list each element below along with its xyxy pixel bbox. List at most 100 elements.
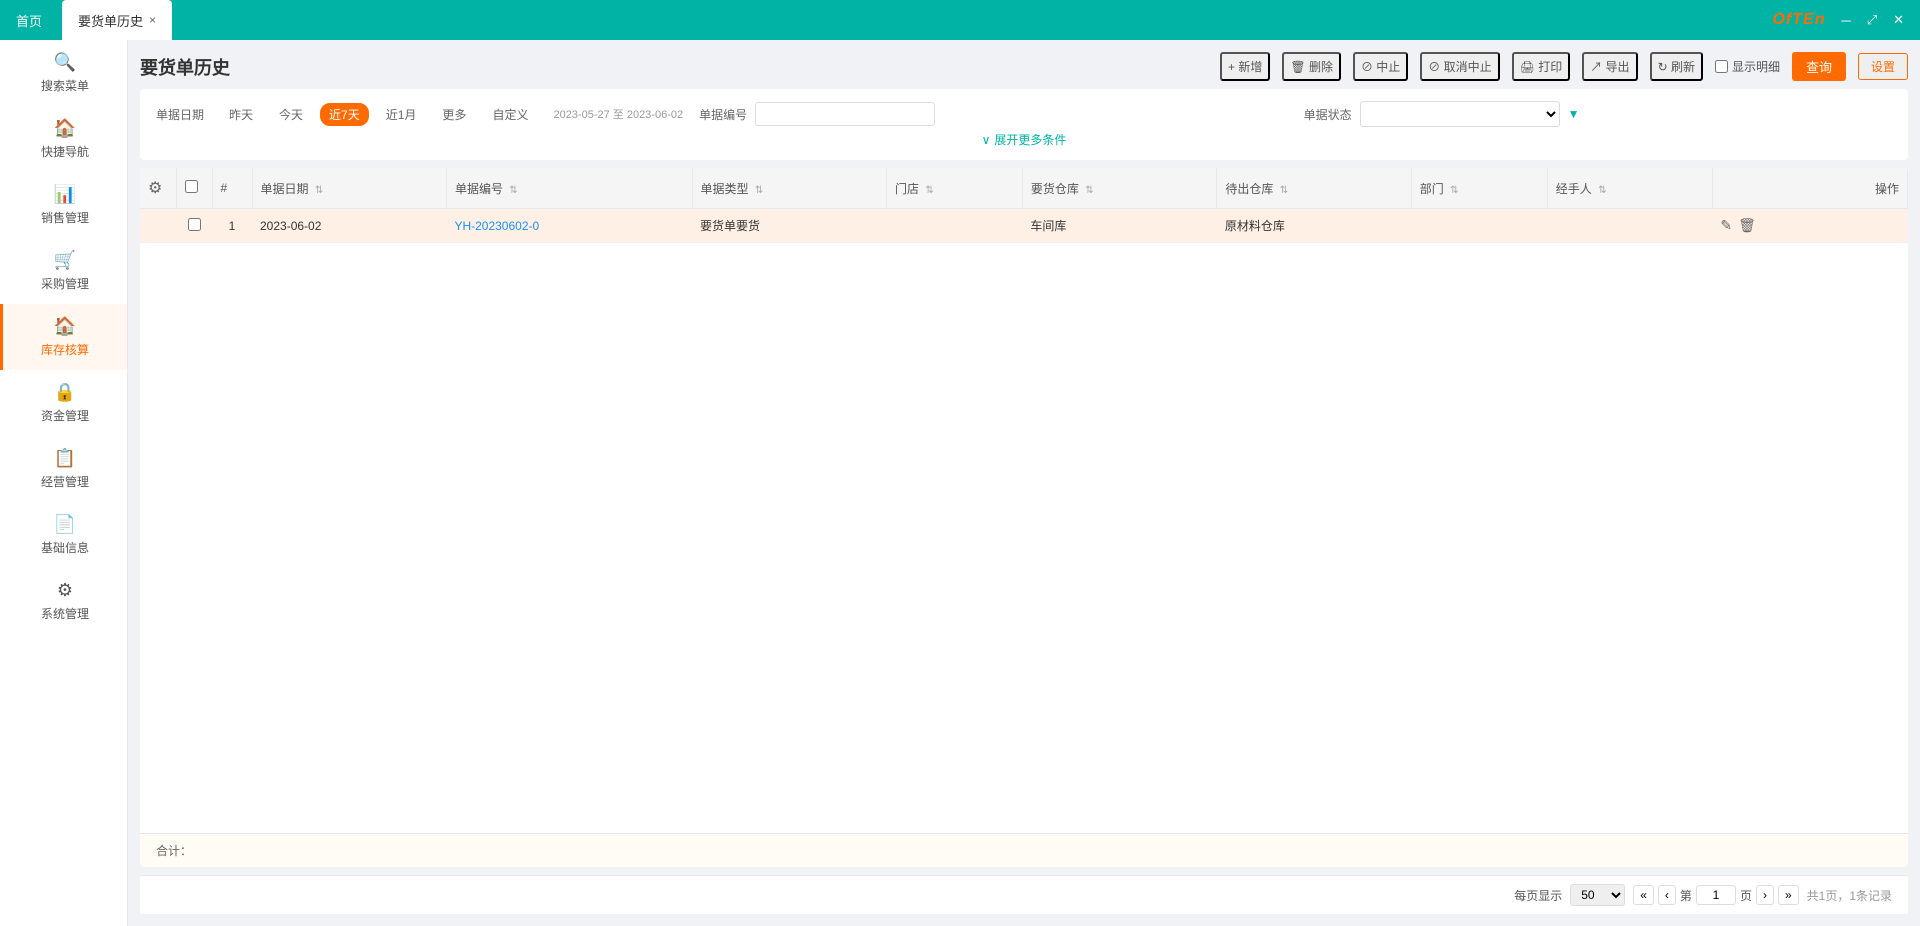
row-doc-number-cell: YH-20230602-0 xyxy=(446,209,692,243)
tab-close-icon[interactable]: × xyxy=(149,13,156,27)
doc-date-col-label: 单据日期 xyxy=(261,182,309,196)
row-checkbox[interactable] xyxy=(188,218,201,231)
sidebar-item-finance-mgmt[interactable]: 🔒 资金管理 xyxy=(0,370,127,436)
date-range-text: 2023-05-27 至 2023-06-02 xyxy=(553,106,683,122)
doc-status-label: 单据状态 xyxy=(1304,106,1352,123)
row-edit-icon[interactable]: ✎ xyxy=(1720,217,1732,234)
doc-type-sort-icon[interactable]: ⇅ xyxy=(755,185,763,196)
tab-home[interactable]: 首页 xyxy=(0,0,58,40)
row-pending-warehouse-cell: 原材料仓库 xyxy=(1217,209,1411,243)
sidebar-item-inventory-calc[interactable]: 🏠 库存核算 xyxy=(0,304,127,370)
pending-warehouse-sort-icon[interactable]: ⇅ xyxy=(1280,185,1288,196)
status-dropdown-icon[interactable]: ▼ xyxy=(1568,107,1580,121)
inventory-calc-icon: 🏠 xyxy=(54,316,76,337)
sidebar-item-sales-mgmt[interactable]: 📊 销售管理 xyxy=(0,172,127,238)
table-body: 1 2023-06-02 YH-20230602-0 要货单要货 车间库 原材料… xyxy=(140,209,1908,243)
handler-col-label: 经手人 xyxy=(1556,182,1592,196)
department-col-label: 部门 xyxy=(1420,182,1444,196)
doc-number-sort-icon[interactable]: ⇅ xyxy=(509,185,517,196)
table-head: ⚙ # 单据日期 ⇅ 单据编号 ⇅ xyxy=(140,168,1908,209)
date-range-display: 2023-05-27 至 2023-06-02 xyxy=(553,106,683,122)
system-mgmt-icon: ⚙ xyxy=(57,580,73,601)
row-doc-number-link[interactable]: YH-20230602-0 xyxy=(454,219,539,233)
window-resize-icon[interactable]: ⤢ xyxy=(1867,12,1877,28)
sidebar-item-system-mgmt-label: 系统管理 xyxy=(41,605,89,622)
display-detail-checkbox[interactable] xyxy=(1715,60,1728,73)
date-btn-more[interactable]: 更多 xyxy=(433,103,475,126)
print-button[interactable]: 🖨 打印 xyxy=(1512,52,1571,81)
top-bar: 首页 要货单历史 × OfTEn ─ ⤢ ✕ xyxy=(0,0,1920,40)
toolbar: + 新增 🗑 删除 ⊘ 中止 ⊘ 取消中止 🖨 打印 ↗ 导出 ↻ 刷新 显示明… xyxy=(1220,52,1908,81)
summary-label: 合计： xyxy=(156,842,192,859)
page-size-label: 每页显示 xyxy=(1514,887,1562,904)
refresh-button[interactable]: ↻ 刷新 xyxy=(1650,52,1703,81)
sidebar-item-purchase-mgmt[interactable]: 🛒 采购管理 xyxy=(0,238,127,304)
date-btn-last7days[interactable]: 近7天 xyxy=(320,103,369,126)
handler-col-header: 经手人 ⇅ xyxy=(1547,168,1712,209)
sidebar-item-search-menu-label: 搜索菜单 xyxy=(41,77,89,94)
expand-more-label: 展开更多条件 xyxy=(994,131,1066,148)
expand-chevron-icon: ∨ xyxy=(982,133,991,147)
cancel-stop-button[interactable]: ⊘ 取消中止 xyxy=(1420,52,1499,81)
doc-number-col-label: 单据编号 xyxy=(455,182,503,196)
tab-home-label: 首页 xyxy=(16,11,42,30)
sidebar-item-search-menu[interactable]: 🔍 搜索菜单 xyxy=(0,40,127,106)
num-col-header: # xyxy=(212,168,252,209)
page-size-select[interactable]: 10 20 50 100 xyxy=(1570,884,1625,906)
new-button[interactable]: + 新增 xyxy=(1220,52,1270,81)
date-btn-last1month[interactable]: 近1月 xyxy=(377,103,426,126)
store-sort-icon[interactable]: ⇅ xyxy=(925,185,933,196)
next-page-button[interactable]: › xyxy=(1756,885,1774,905)
sidebar-item-inventory-calc-label: 库存核算 xyxy=(41,341,89,358)
table-container: ⚙ # 单据日期 ⇅ 单据编号 ⇅ xyxy=(140,168,1908,867)
department-sort-icon[interactable]: ⇅ xyxy=(1450,185,1458,196)
query-button[interactable]: 查询 xyxy=(1792,52,1846,81)
sidebar-item-basic-info[interactable]: 📄 基础信息 xyxy=(0,502,127,568)
last-page-button[interactable]: » xyxy=(1778,885,1799,905)
delete-button[interactable]: 🗑 删除 xyxy=(1282,52,1341,81)
prev-page-button[interactable]: ‹ xyxy=(1658,885,1676,905)
doc-number-label: 单据编号 xyxy=(699,106,747,123)
settings-col-header: ⚙ xyxy=(140,168,176,209)
total-info: 共1页，1条记录 xyxy=(1807,887,1892,904)
settings-button[interactable]: 设置 xyxy=(1858,53,1908,80)
window-minimize-icon[interactable]: ─ xyxy=(1841,13,1850,28)
expand-more-button[interactable]: ∨ 展开更多条件 xyxy=(156,131,1892,148)
date-btn-yesterday[interactable]: 昨天 xyxy=(220,103,262,126)
handler-sort-icon[interactable]: ⇅ xyxy=(1598,185,1606,196)
brand-text: OfTEn xyxy=(1772,11,1825,29)
row-action-cell: ✎ 🗑 xyxy=(1712,209,1907,243)
action-col-label: 操作 xyxy=(1875,182,1899,196)
sidebar-item-purchase-mgmt-label: 采购管理 xyxy=(41,275,89,292)
page-header: 要货单历史 + 新增 🗑 删除 ⊘ 中止 ⊘ 取消中止 🖨 打印 ↗ 导出 ↻ … xyxy=(140,52,1908,81)
row-doc-date-cell: 2023-06-02 xyxy=(252,209,446,243)
sidebar-item-system-mgmt[interactable]: ⚙ 系统管理 xyxy=(0,568,127,634)
sidebar-item-quick-nav-label: 快捷导航 xyxy=(41,143,89,160)
doc-date-sort-icon[interactable]: ⇅ xyxy=(315,185,323,196)
tab-requisition-history[interactable]: 要货单历史 × xyxy=(62,0,172,40)
page-suffix: 页 xyxy=(1740,887,1752,904)
purchase-mgmt-icon: 🛒 xyxy=(54,250,76,271)
export-button[interactable]: ↗ 导出 xyxy=(1582,52,1637,81)
first-page-button[interactable]: « xyxy=(1633,885,1654,905)
current-page-prefix: 第 xyxy=(1680,887,1692,904)
window-close-icon[interactable]: ✕ xyxy=(1893,12,1904,28)
stop-button[interactable]: ⊘ 中止 xyxy=(1353,52,1408,81)
table-settings-icon[interactable]: ⚙ xyxy=(148,180,162,197)
doc-number-input[interactable] xyxy=(755,102,935,126)
date-btn-custom[interactable]: 自定义 xyxy=(483,103,537,126)
date-btn-today[interactable]: 今天 xyxy=(270,103,312,126)
row-delete-icon[interactable]: 🗑 xyxy=(1738,217,1756,234)
doc-status-select[interactable] xyxy=(1360,101,1560,127)
sidebar-item-quick-nav[interactable]: 🏠 快捷导航 xyxy=(0,106,127,172)
display-detail-checkbox-group[interactable]: 显示明细 xyxy=(1715,58,1780,75)
sidebar-item-operations-mgmt[interactable]: 📋 经营管理 xyxy=(0,436,127,502)
pagination-bar: 每页显示 10 20 50 100 « ‹ 第 页 › » 共1页，1条记录 xyxy=(140,875,1908,914)
table-row: 1 2023-06-02 YH-20230602-0 要货单要货 车间库 原材料… xyxy=(140,209,1908,243)
select-all-checkbox[interactable] xyxy=(185,180,198,193)
current-page-input[interactable] xyxy=(1696,885,1736,905)
doc-type-col-header: 单据类型 ⇅ xyxy=(692,168,886,209)
content-area: 要货单历史 + 新增 🗑 删除 ⊘ 中止 ⊘ 取消中止 🖨 打印 ↗ 导出 ↻ … xyxy=(128,40,1920,926)
row-settings-cell xyxy=(140,209,176,243)
req-warehouse-sort-icon[interactable]: ⇅ xyxy=(1085,185,1093,196)
